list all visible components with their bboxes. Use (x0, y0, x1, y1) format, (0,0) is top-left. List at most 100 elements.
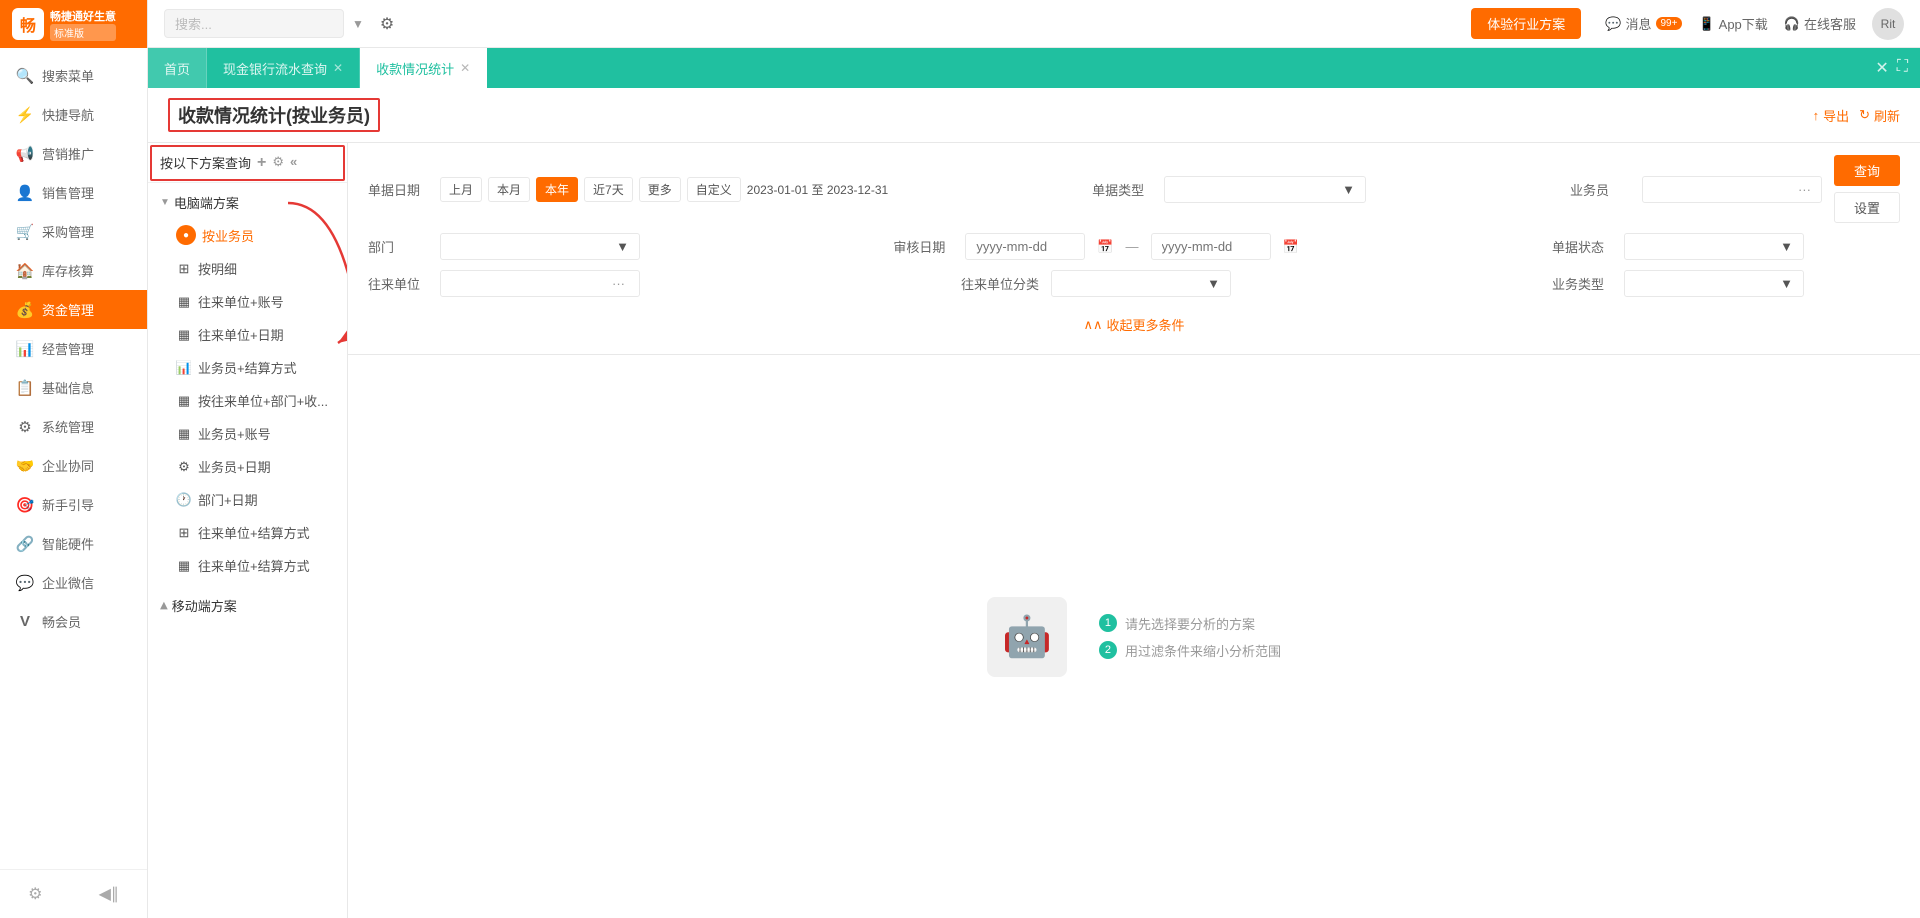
empty-tip-1: 1 请先选择要分析的方案 (1099, 614, 1281, 633)
close-window-icon[interactable]: ✕ (1875, 58, 1888, 78)
department-select[interactable]: ▼ (440, 233, 640, 260)
scheme-item-counterpart-settlement1[interactable]: ⊞ 往来单位+结算方式 (148, 516, 347, 549)
review-date-from[interactable] (965, 233, 1085, 260)
calendar-to-icon[interactable]: 📅 (1283, 239, 1299, 255)
filter-actions: 查询 设置 (1834, 155, 1900, 223)
salesperson-select[interactable]: ··· (1642, 176, 1822, 203)
date-btn-this-month[interactable]: 本月 (488, 177, 530, 202)
app-download-icon: 📱 (1698, 16, 1714, 32)
scheme-collapse-icon[interactable]: « (290, 154, 297, 172)
online-service-btn[interactable]: 🎧 在线客服 (1784, 14, 1856, 33)
smart-hw-icon: 🔗 (16, 535, 34, 553)
sidebar-item-wechat[interactable]: 💬 企业微信 (0, 563, 147, 602)
refresh-icon: ↻ (1859, 107, 1870, 123)
scheme-add-icon[interactable]: + (257, 154, 266, 172)
business-type-chevron: ▼ (1780, 276, 1793, 291)
sidebar-item-smart-hw[interactable]: 🔗 智能硬件 (0, 524, 147, 563)
scheme-settings-icon[interactable]: ⚙ (272, 154, 284, 172)
scheme-item-salesperson-settlement[interactable]: 📊 业务员+结算方式 (148, 351, 347, 384)
tab-home[interactable]: 首页 (148, 48, 207, 88)
topbar-gear-icon[interactable]: ⚙ (380, 14, 394, 34)
topbar-chevron-icon[interactable]: ▼ (352, 17, 364, 31)
trial-btn[interactable]: 体验行业方案 (1471, 8, 1581, 39)
date-btn-7days[interactable]: 近7天 (584, 177, 633, 202)
sidebar-collapse-btn[interactable]: ◀∥ (93, 878, 125, 910)
scheme-item-detail[interactable]: ⊞ 按明细 (148, 252, 347, 285)
voucher-type-label: 单据类型 (1092, 180, 1152, 199)
scheme-item-label-cd: 往来单位+日期 (198, 325, 284, 344)
sidebar-item-search-menu[interactable]: 🔍 搜索菜单 (0, 56, 147, 95)
user-avatar[interactable]: Rit (1872, 8, 1904, 40)
scheme-item-counterpart-settlement2[interactable]: ▦ 往来单位+结算方式 (148, 549, 347, 582)
review-date-to[interactable] (1151, 233, 1271, 260)
scheme-group-desktop-title[interactable]: ▼ 电脑端方案 (148, 187, 347, 218)
sidebar-item-purchase[interactable]: 🛒 采购管理 (0, 212, 147, 251)
wechat-icon: 💬 (16, 574, 34, 592)
salesperson-label: 业务员 (1570, 180, 1630, 199)
business-type-select[interactable]: ▼ (1624, 270, 1804, 297)
scheme-item-dept-date[interactable]: 🕐 部门+日期 (148, 483, 347, 516)
maximize-window-icon[interactable]: ⛶ (1897, 58, 1908, 78)
sidebar-item-system[interactable]: ⚙ 系统管理 (0, 407, 147, 446)
voucher-type-select[interactable]: ▼ (1164, 176, 1366, 203)
date-options: 上月 本月 本年 近7天 更多 自定义 2023-01-01 至 2023-12… (440, 177, 888, 202)
salesperson-date-icon: ⚙ (176, 459, 192, 475)
sidebar-item-enterprise[interactable]: 🤝 企业协同 (0, 446, 147, 485)
sidebar-item-operation[interactable]: 📊 经营管理 (0, 329, 147, 368)
counterpart-dots[interactable]: ··· (608, 276, 629, 291)
sidebar-item-basic-info[interactable]: 📋 基础信息 (0, 368, 147, 407)
scheme-item-salesperson-date[interactable]: ⚙ 业务员+日期 (148, 450, 347, 483)
setting-btn[interactable]: 设置 (1834, 192, 1900, 223)
date-btn-last-month[interactable]: 上月 (440, 177, 482, 202)
query-btn[interactable]: 查询 (1834, 155, 1900, 186)
scheme-group-mobile-title[interactable]: ▶ 移动端方案 (148, 590, 347, 621)
finance-icon: 💰 (16, 301, 34, 319)
sidebar-item-quick-nav[interactable]: ⚡ 快捷导航 (0, 95, 147, 134)
sidebar-label-wechat: 企业微信 (42, 573, 94, 592)
scheme-item-by-salesperson[interactable]: ● 按业务员 (148, 218, 347, 252)
member-icon: V (16, 613, 34, 631)
counterpart-cat-select[interactable]: ▼ (1051, 270, 1231, 297)
empty-state: 🤖 1 请先选择要分析的方案 2 用过滤条件来缩小分析范围 (348, 355, 1920, 918)
app-download-btn[interactable]: 📱 App下载 (1698, 14, 1767, 33)
review-date-label: 审核日期 (893, 237, 953, 256)
home-tab-label: 首页 (164, 59, 190, 78)
tab-bank-flow[interactable]: 现金银行流水查询 ✕ (207, 48, 360, 88)
refresh-btn[interactable]: ↻ 刷新 (1859, 106, 1900, 125)
scheme-item-counterpart-date[interactable]: ▦ 往来单位+日期 (148, 318, 347, 351)
date-btn-this-year[interactable]: 本年 (536, 177, 578, 202)
sidebar-item-sales[interactable]: 👤 销售管理 (0, 173, 147, 212)
voucher-status-select[interactable]: ▼ (1624, 233, 1804, 260)
collapse-bar[interactable]: ∧∧ 收起更多条件 (368, 307, 1900, 342)
salesperson-dots[interactable]: ··· (1798, 182, 1811, 197)
counterpart-label: 往来单位 (368, 274, 428, 293)
sidebar-item-member[interactable]: V 畅会员 (0, 602, 147, 641)
date-btn-custom[interactable]: 自定义 (687, 177, 741, 202)
sidebar-settings-btn[interactable]: ⚙ (22, 878, 48, 910)
scheme-item-counterpart-account[interactable]: ▦ 往来单位+账号 (148, 285, 347, 318)
receipt-stats-tab-label: 收款情况统计 (376, 59, 454, 78)
active-indicator: ● (176, 225, 196, 245)
tip-num-1: 1 (1099, 614, 1117, 632)
bank-flow-tab-label: 现金银行流水查询 (223, 59, 327, 78)
receipt-stats-tab-close[interactable]: ✕ (460, 61, 470, 75)
tab-receipt-stats[interactable]: 收款情况统计 ✕ (360, 48, 487, 88)
messages-btn[interactable]: 💬 消息 99+ (1605, 14, 1682, 33)
page-title: 收款情况统计(按业务员) (168, 98, 380, 132)
scheme-item-label-sd: 业务员+日期 (198, 457, 271, 476)
export-icon: ↑ (1813, 108, 1820, 123)
bank-flow-tab-close[interactable]: ✕ (333, 61, 343, 75)
counterpart-select[interactable]: ··· (440, 270, 640, 297)
mobile-group-label: 移动端方案 (172, 596, 237, 615)
sidebar-item-inventory[interactable]: 🏠 库存核算 (0, 251, 147, 290)
date-btn-more[interactable]: 更多 (639, 177, 681, 202)
calendar-from-icon[interactable]: 📅 (1097, 239, 1113, 255)
counterpart-cat-label: 往来单位分类 (961, 274, 1039, 293)
sidebar: 畅 畅捷通好生意 标准版 🔍 搜索菜单 ⚡ 快捷导航 📢 营销推广 👤 销售管理… (0, 0, 148, 918)
sidebar-item-marketing[interactable]: 📢 营销推广 (0, 134, 147, 173)
scheme-item-salesperson-account[interactable]: ▦ 业务员+账号 (148, 417, 347, 450)
scheme-item-counterpart-dept[interactable]: ▦ 按往来单位+部门+收... (148, 384, 347, 417)
sidebar-item-newbie[interactable]: 🎯 新手引导 (0, 485, 147, 524)
export-btn[interactable]: ↑ 导出 (1813, 106, 1850, 125)
sidebar-item-finance[interactable]: 💰 资金管理 (0, 290, 147, 329)
